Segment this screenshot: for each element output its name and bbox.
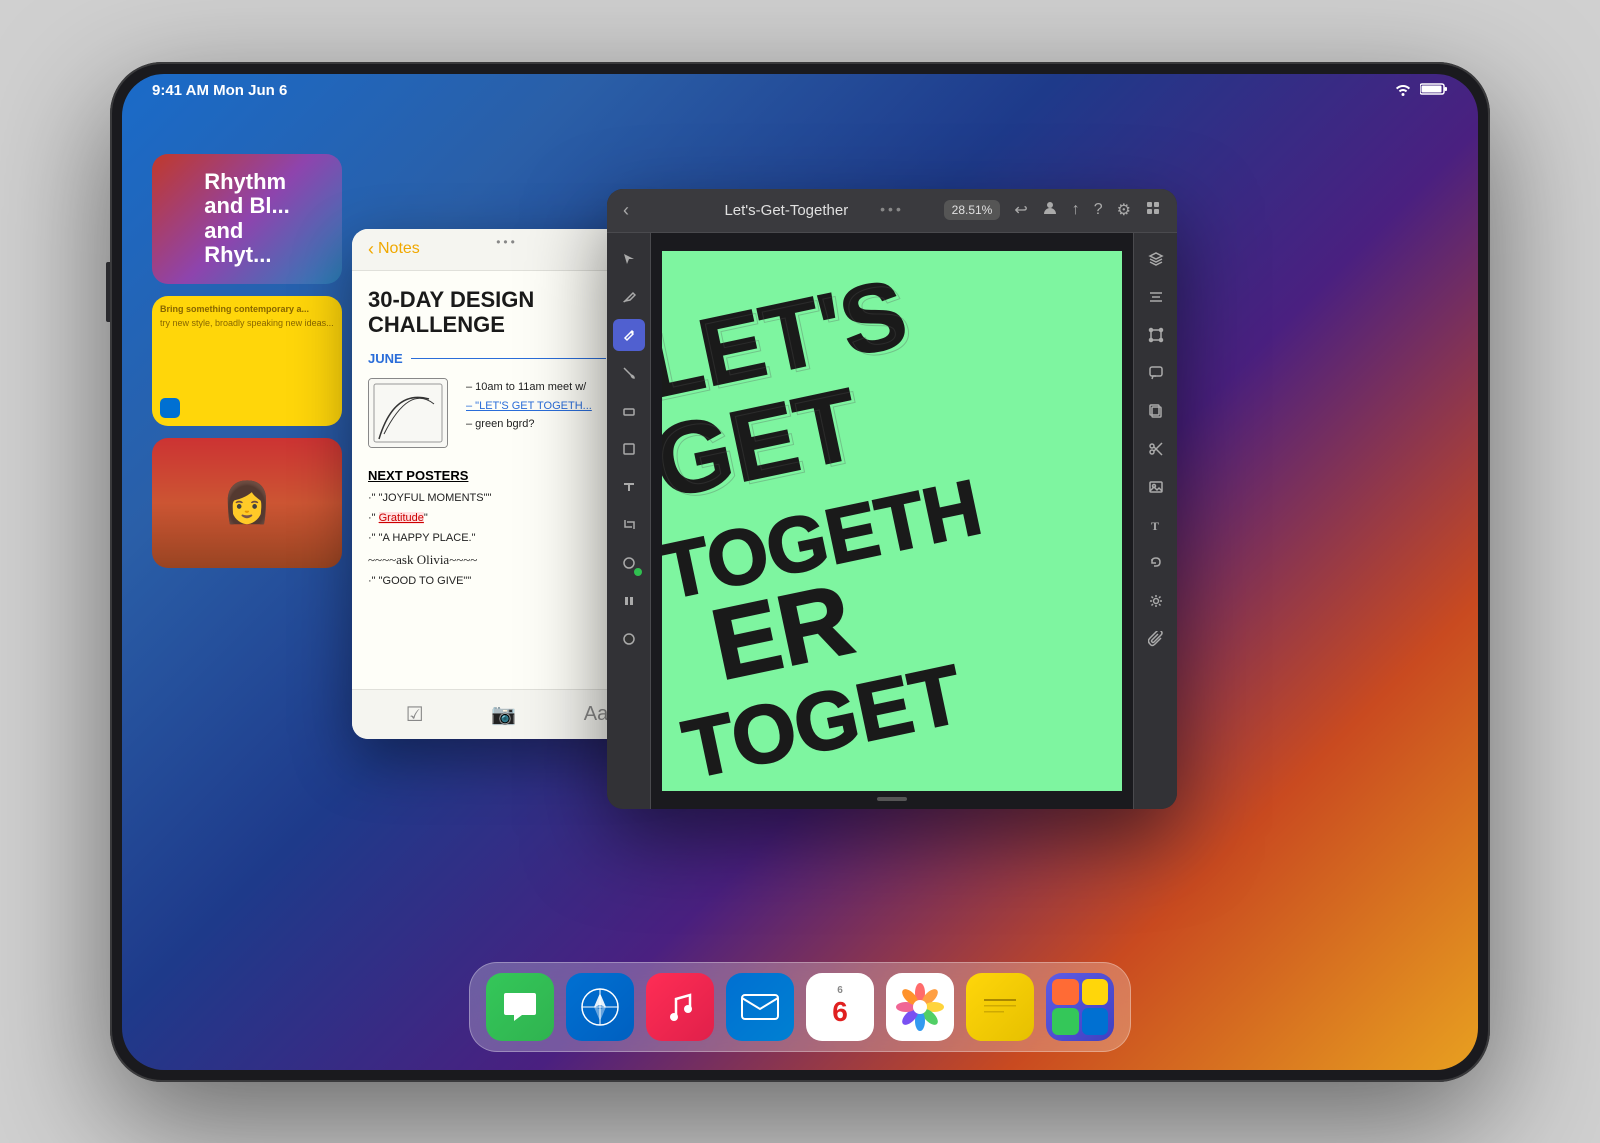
person-icon[interactable] bbox=[1042, 200, 1058, 221]
rhythm-text: Rhythmand Bl...andRhyt... bbox=[194, 160, 300, 277]
calendar-month: 6 bbox=[837, 985, 843, 996]
affinity-canvas[interactable]: LET'S GET TOGETH ER TOGET bbox=[651, 233, 1133, 809]
battery-icon bbox=[1420, 82, 1448, 100]
dock: 6 6 bbox=[469, 962, 1131, 1052]
dock-app-photos[interactable] bbox=[886, 973, 954, 1041]
notes-signature: ~~~~ask Olivia~~~~ bbox=[368, 552, 646, 568]
affinity-three-dots: ••• bbox=[880, 201, 904, 217]
text-format-icon[interactable]: Aa bbox=[584, 703, 608, 726]
tool-shape[interactable] bbox=[613, 433, 645, 465]
affinity-window[interactable]: ••• ‹ Let's-Get-Together 28.51% ↩ ↑ ? ⚙ bbox=[607, 189, 1177, 809]
dock-app-notes[interactable] bbox=[966, 973, 1034, 1041]
photo-thumbnail: 👩 bbox=[222, 479, 272, 526]
dock-app-messages[interactable] bbox=[486, 973, 554, 1041]
camera-icon[interactable]: 📷 bbox=[491, 702, 516, 727]
wifi-icon bbox=[1394, 82, 1412, 100]
notes-bullet-4: ·" "GOOD TO GIVE"" bbox=[368, 572, 646, 592]
checklist-icon[interactable]: ☑ bbox=[406, 702, 424, 727]
right-tool-text-properties[interactable]: T bbox=[1140, 509, 1172, 541]
share-icon[interactable]: ↑ bbox=[1072, 201, 1080, 219]
notes-back-button[interactable]: ‹ Notes bbox=[368, 239, 420, 260]
notes-next-section: NEXT POSTERS ·" "JOYFUL MOMENTS"" ·" Gra… bbox=[368, 468, 646, 592]
right-tool-align[interactable] bbox=[1140, 281, 1172, 313]
dock-app-mail[interactable] bbox=[726, 973, 794, 1041]
notes-month-row: JUNE JULY bbox=[368, 351, 646, 366]
right-tool-settings[interactable] bbox=[1140, 585, 1172, 617]
notes-three-dots-top: ••• bbox=[496, 235, 518, 249]
extra-app-1 bbox=[1052, 979, 1079, 1006]
account-icon[interactable] bbox=[1145, 200, 1161, 221]
affinity-left-tools bbox=[607, 233, 651, 809]
poster-content: LET'S GET TOGETH ER TOGET bbox=[662, 251, 1122, 791]
right-tool-attach[interactable] bbox=[1140, 623, 1172, 655]
tool-color[interactable] bbox=[613, 547, 645, 579]
settings-icon[interactable]: ⚙ bbox=[1117, 200, 1131, 220]
notes-bullet-1: ·" "JOYFUL MOMENTS"" bbox=[368, 489, 646, 509]
ipad-device: 9:41 AM Mon Jun 6 bbox=[110, 62, 1490, 1082]
app-switcher[interactable]: Rhythmand Bl...andRhyt... Bring somethin… bbox=[122, 74, 1478, 1070]
dock-app-calendar[interactable]: 6 6 bbox=[806, 973, 874, 1041]
left-cards: Rhythmand Bl...andRhyt... Bring somethin… bbox=[152, 154, 342, 568]
notes-divider-line bbox=[411, 358, 606, 359]
extra-apps-grid bbox=[1046, 973, 1114, 1041]
right-tool-layers[interactable] bbox=[1140, 243, 1172, 275]
notes-june: JUNE bbox=[368, 351, 403, 366]
tool-pencil[interactable] bbox=[613, 319, 645, 351]
affinity-body: LET'S GET TOGETH ER TOGET bbox=[607, 233, 1177, 809]
affinity-back-button[interactable]: ‹ bbox=[623, 200, 629, 221]
notes-sketch-box bbox=[368, 378, 448, 448]
notes-item-3: – green bgrd? bbox=[466, 415, 592, 434]
right-tool-transform[interactable] bbox=[1140, 319, 1172, 351]
tool-brush[interactable] bbox=[613, 357, 645, 389]
tool-text[interactable] bbox=[613, 471, 645, 503]
tool-pause[interactable] bbox=[613, 585, 645, 617]
extra-app-3 bbox=[1052, 1008, 1079, 1035]
calendar-day: 6 bbox=[832, 996, 848, 1028]
right-tool-comment[interactable] bbox=[1140, 357, 1172, 389]
right-tool-scissors[interactable] bbox=[1140, 433, 1172, 465]
notes-item-2: – "LET'S GET TOGETH... bbox=[466, 397, 592, 416]
dock-app-library[interactable] bbox=[1046, 973, 1114, 1041]
notes-next-posters: NEXT POSTERS bbox=[368, 468, 646, 483]
left-card-photo[interactable]: 👩 bbox=[152, 438, 342, 568]
card-subtext: try new style, broadly speaking new idea… bbox=[160, 318, 334, 328]
extra-app-4 bbox=[1082, 1008, 1109, 1035]
notes-bullet-2: ·" Gratitude" bbox=[368, 509, 646, 529]
affinity-zoom[interactable]: 28.51% bbox=[944, 200, 1001, 220]
tool-pen[interactable] bbox=[613, 281, 645, 313]
dock-app-music[interactable] bbox=[646, 973, 714, 1041]
tool-circle-filled[interactable] bbox=[613, 623, 645, 655]
chevron-left-icon: ‹ bbox=[368, 239, 374, 260]
notes-title: 30-DAY DESIGN CHALLENGE bbox=[368, 287, 646, 338]
affinity-handle bbox=[877, 797, 907, 801]
app-icon-small bbox=[160, 398, 180, 418]
notes-gratitude-text: Gratitude bbox=[379, 512, 424, 524]
notes-item-1: – 10am to 11am meet w/ bbox=[466, 378, 592, 397]
notes-list: – 10am to 11am meet w/ – "LET'S GET TOGE… bbox=[466, 378, 592, 456]
status-bar: 9:41 AM Mon Jun 6 bbox=[122, 74, 1478, 108]
tool-arrow[interactable] bbox=[613, 243, 645, 275]
extra-app-2 bbox=[1082, 979, 1109, 1006]
status-right bbox=[1394, 82, 1448, 100]
tool-eraser[interactable] bbox=[613, 395, 645, 427]
ipad-screen: 9:41 AM Mon Jun 6 bbox=[122, 74, 1478, 1070]
affinity-title: Let's-Get-Together bbox=[724, 202, 848, 219]
notes-bullet-3: ·" "A HAPPY PLACE." bbox=[368, 529, 646, 549]
right-tool-image[interactable] bbox=[1140, 471, 1172, 503]
card-text: Bring something contemporary a... bbox=[160, 304, 334, 314]
status-time: 9:41 AM Mon Jun 6 bbox=[152, 82, 287, 99]
tool-crop[interactable] bbox=[613, 509, 645, 541]
affinity-right-tools: T bbox=[1133, 233, 1177, 809]
undo-icon[interactable]: ↩ bbox=[1014, 200, 1027, 220]
left-card-notes-small[interactable]: Bring something contemporary a... try ne… bbox=[152, 296, 342, 426]
dock-app-safari[interactable] bbox=[566, 973, 634, 1041]
right-tool-copy[interactable] bbox=[1140, 395, 1172, 427]
help-icon[interactable]: ? bbox=[1094, 201, 1103, 219]
left-card-design[interactable]: Rhythmand Bl...andRhyt... bbox=[152, 154, 342, 284]
svg-text:T: T bbox=[1151, 519, 1159, 533]
notes-sketch-row: – 10am to 11am meet w/ – "LET'S GET TOGE… bbox=[368, 378, 646, 456]
right-tool-undo[interactable] bbox=[1140, 547, 1172, 579]
